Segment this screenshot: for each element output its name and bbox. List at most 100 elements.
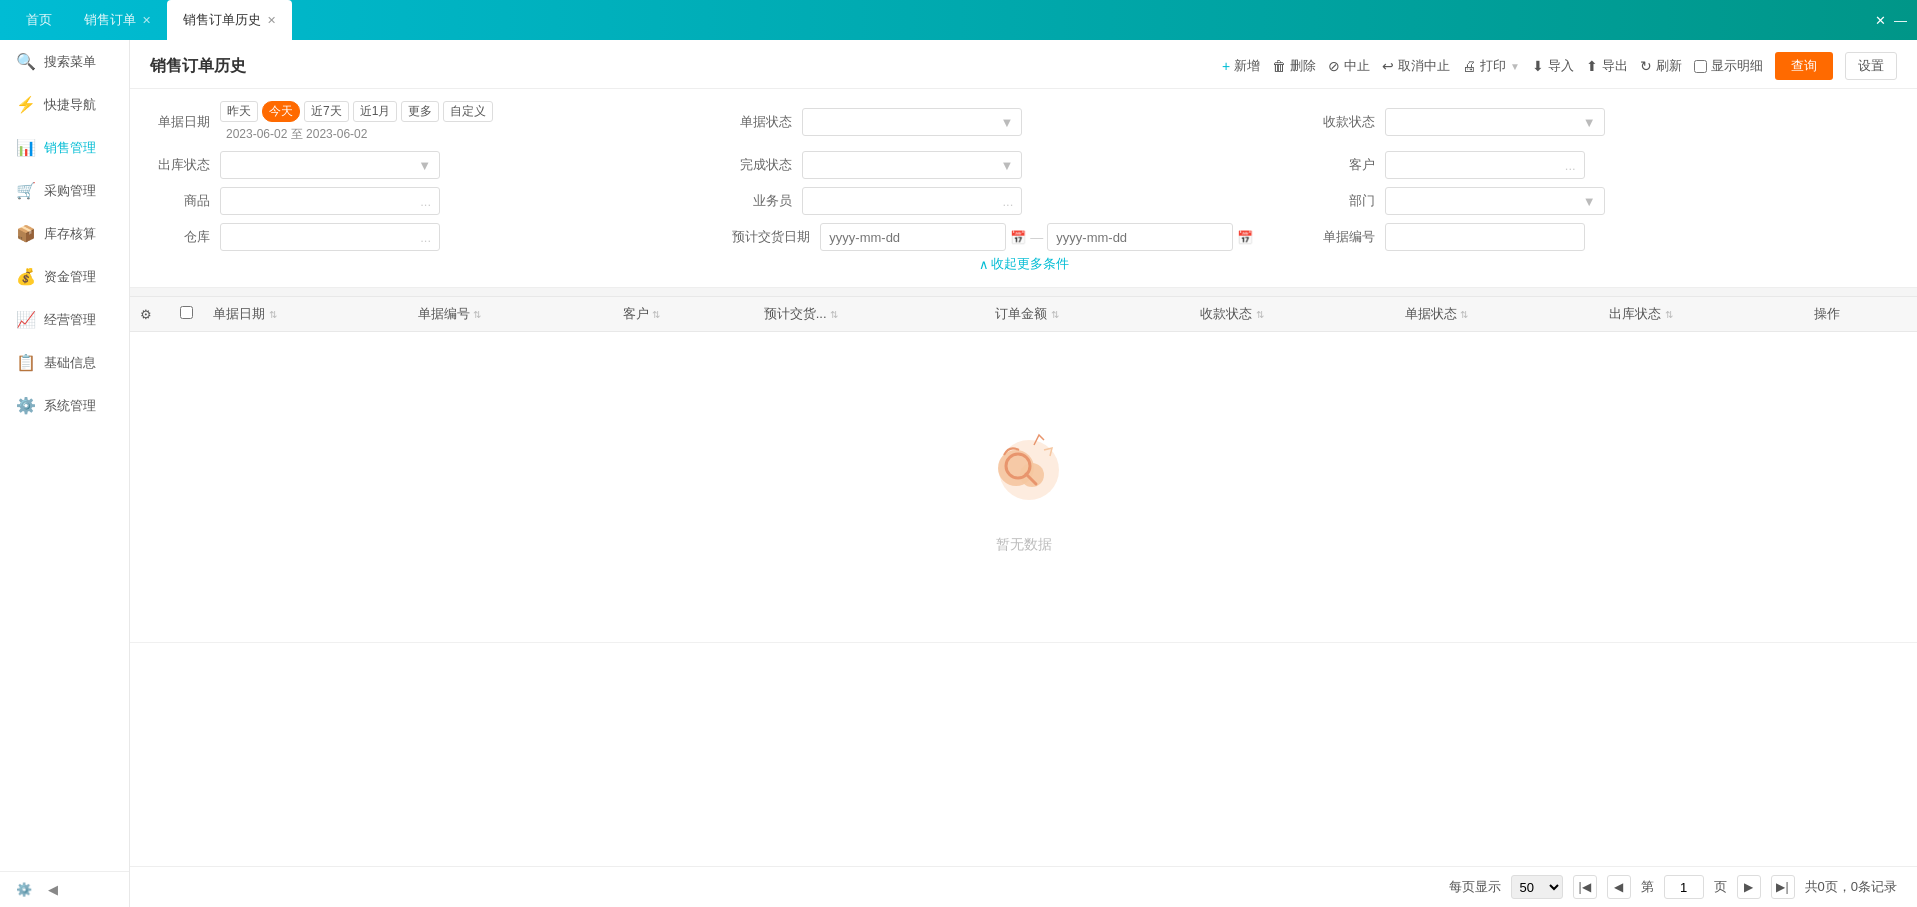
show-detail-input[interactable] xyxy=(1694,60,1707,73)
export-button[interactable]: ⬆ 导出 xyxy=(1586,57,1628,75)
amount-sort-icon[interactable]: ⇅ xyxy=(1051,309,1059,320)
per-page-select[interactable]: 50 10 20 100 xyxy=(1511,875,1563,899)
first-page-button[interactable]: |◀ xyxy=(1573,875,1597,899)
table-footer: 每页显示 50 10 20 100 |◀ ◀ 第 页 ▶ ▶| 共0页，0条记录 xyxy=(130,866,1917,907)
warehouse-select[interactable]: ... xyxy=(220,223,440,251)
delete-button[interactable]: 🗑 删除 xyxy=(1272,57,1316,75)
filter-order-number-cell: 单据编号 xyxy=(1315,223,1897,251)
customer-select[interactable]: ... xyxy=(1385,151,1585,179)
refresh-icon: ↻ xyxy=(1640,58,1652,74)
export-icon: ⬆ xyxy=(1586,58,1598,74)
print-label: 打印 xyxy=(1480,57,1506,75)
stop-label: 中止 xyxy=(1344,57,1370,75)
customer-dots-icon[interactable]: ... xyxy=(1565,158,1576,173)
sidebar-item-operations[interactable]: 📈 经营管理 xyxy=(0,298,129,341)
date-btn-1month[interactable]: 近1月 xyxy=(353,101,398,122)
date-sort-icon[interactable]: ⇅ xyxy=(269,309,277,320)
delivery-date-end[interactable] xyxy=(1047,223,1233,251)
table-area: ⚙ 单据日期 ⇅ 单据编号 ⇅ xyxy=(130,296,1917,866)
order-number-filter-label: 单据编号 xyxy=(1315,228,1385,246)
filter-salesperson-cell: 业务员 ... xyxy=(732,187,1314,215)
close-sales-order-icon[interactable]: ✕ xyxy=(142,14,151,27)
date-btn-7days[interactable]: 近7天 xyxy=(304,101,349,122)
tab-sales-order[interactable]: 销售订单 ✕ xyxy=(68,0,167,40)
cancel-stop-label: 取消中止 xyxy=(1398,57,1450,75)
date-btn-yesterday[interactable]: 昨天 xyxy=(220,101,258,122)
order-status-select[interactable]: ▼ xyxy=(802,108,1022,136)
sidebar-item-quick-nav[interactable]: ⚡ 快捷导航 xyxy=(0,83,129,126)
delivery-status-select[interactable]: ▼ xyxy=(220,151,440,179)
close-sales-order-history-icon[interactable]: ✕ xyxy=(267,14,276,27)
product-dots-icon[interactable]: ... xyxy=(420,194,431,209)
page-number-input[interactable] xyxy=(1664,875,1704,899)
select-all-checkbox[interactable] xyxy=(180,306,193,319)
product-select[interactable]: ... xyxy=(220,187,440,215)
th-checkbox[interactable] xyxy=(170,297,203,332)
basic-info-icon: 📋 xyxy=(16,353,36,372)
sidebar-item-search-menu-label: 搜索菜单 xyxy=(44,53,96,71)
settings-gear-icon[interactable]: ⚙ xyxy=(140,307,152,322)
date-btn-more[interactable]: 更多 xyxy=(401,101,439,122)
delivery-date-start[interactable] xyxy=(820,223,1006,251)
inventory-icon: 📦 xyxy=(16,224,36,243)
sidebar-item-sales-mgmt[interactable]: 📊 销售管理 xyxy=(0,126,129,169)
payment-status-select[interactable]: ▼ xyxy=(1385,108,1605,136)
date-btn-custom[interactable]: 自定义 xyxy=(443,101,493,122)
sidebar-collapse-icon[interactable]: ◀ xyxy=(48,882,58,897)
order-status-sort-icon[interactable]: ⇅ xyxy=(1460,309,1468,320)
new-icon: + xyxy=(1222,58,1230,74)
per-page-label: 每页显示 xyxy=(1449,878,1501,896)
delivery-status-sort-icon[interactable]: ⇅ xyxy=(1665,309,1673,320)
topbar-minimize-icon[interactable]: — xyxy=(1894,13,1907,28)
salesperson-select[interactable]: ... xyxy=(802,187,1022,215)
date-separator: — xyxy=(1030,230,1043,245)
next-page-button[interactable]: ▶ xyxy=(1737,875,1761,899)
page-title: 销售订单历史 xyxy=(150,56,246,77)
delete-label: 删除 xyxy=(1290,57,1316,75)
settings-button[interactable]: 设置 xyxy=(1845,52,1897,80)
calendar-icon-1[interactable]: 📅 xyxy=(1010,230,1026,245)
stop-button[interactable]: ⊘ 中止 xyxy=(1328,57,1370,75)
sidebar-item-basic-info[interactable]: 📋 基础信息 xyxy=(0,341,129,384)
topbar-close-icon[interactable]: ✕ xyxy=(1875,13,1886,28)
payment-status-sort-icon[interactable]: ⇅ xyxy=(1256,309,1264,320)
sidebar-item-system[interactable]: ⚙️ 系统管理 xyxy=(0,384,129,427)
tab-home[interactable]: 首页 xyxy=(10,0,68,40)
sidebar-item-quick-nav-label: 快捷导航 xyxy=(44,96,96,114)
calendar-icon-2[interactable]: 📅 xyxy=(1237,230,1253,245)
sidebar-item-finance[interactable]: 💰 资金管理 xyxy=(0,255,129,298)
show-detail-checkbox[interactable]: 显示明细 xyxy=(1694,57,1763,75)
prev-page-button[interactable]: ◀ xyxy=(1607,875,1631,899)
collapse-link[interactable]: ∧ 收起更多条件 xyxy=(150,251,1897,275)
new-button[interactable]: + 新增 xyxy=(1222,57,1260,75)
sidebar-item-operations-label: 经营管理 xyxy=(44,311,96,329)
order-status-arrow: ▼ xyxy=(1000,115,1013,130)
number-sort-icon[interactable]: ⇅ xyxy=(473,309,481,320)
tab-sales-order-history[interactable]: 销售订单历史 ✕ xyxy=(167,0,292,40)
department-select[interactable]: ▼ xyxy=(1385,187,1605,215)
sidebar-item-purchase-mgmt[interactable]: 🛒 采购管理 xyxy=(0,169,129,212)
delivery-date-sort-icon[interactable]: ⇅ xyxy=(830,309,838,320)
warehouse-dots-icon[interactable]: ... xyxy=(420,230,431,245)
cancel-stop-button[interactable]: ↩ 取消中止 xyxy=(1382,57,1450,75)
completion-status-select[interactable]: ▼ xyxy=(802,151,1022,179)
th-settings[interactable]: ⚙ xyxy=(130,297,170,332)
date-btn-today[interactable]: 今天 xyxy=(262,101,300,122)
order-number-input[interactable] xyxy=(1385,223,1585,251)
refresh-button[interactable]: ↻ 刷新 xyxy=(1640,57,1682,75)
th-action-label: 操作 xyxy=(1814,306,1840,321)
query-button[interactable]: 查询 xyxy=(1775,52,1833,80)
sidebar-settings-icon[interactable]: ⚙️ xyxy=(16,882,32,897)
import-button[interactable]: ⬇ 导入 xyxy=(1532,57,1574,75)
salesperson-dots-icon[interactable]: ... xyxy=(1002,194,1013,209)
filter-row-2: 出库状态 ▼ 完成状态 ▼ 客户 xyxy=(150,151,1897,179)
filter-area: 单据日期 昨天 今天 近7天 近1月 更多 自定义 2023-06-02 至 2… xyxy=(130,89,1917,288)
customer-sort-icon[interactable]: ⇅ xyxy=(652,309,660,320)
sidebar-item-search-menu[interactable]: 🔍 搜索菜单 xyxy=(0,40,129,83)
top-bar: 首页 销售订单 ✕ 销售订单历史 ✕ ✕ — xyxy=(0,0,1917,40)
filter-payment-status-cell: 收款状态 ▼ xyxy=(1315,101,1897,143)
last-page-button[interactable]: ▶| xyxy=(1771,875,1795,899)
sidebar-item-inventory[interactable]: 📦 库存核算 xyxy=(0,212,129,255)
th-date: 单据日期 ⇅ xyxy=(203,297,408,332)
print-button[interactable]: 🖨 打印 ▼ xyxy=(1462,57,1520,75)
